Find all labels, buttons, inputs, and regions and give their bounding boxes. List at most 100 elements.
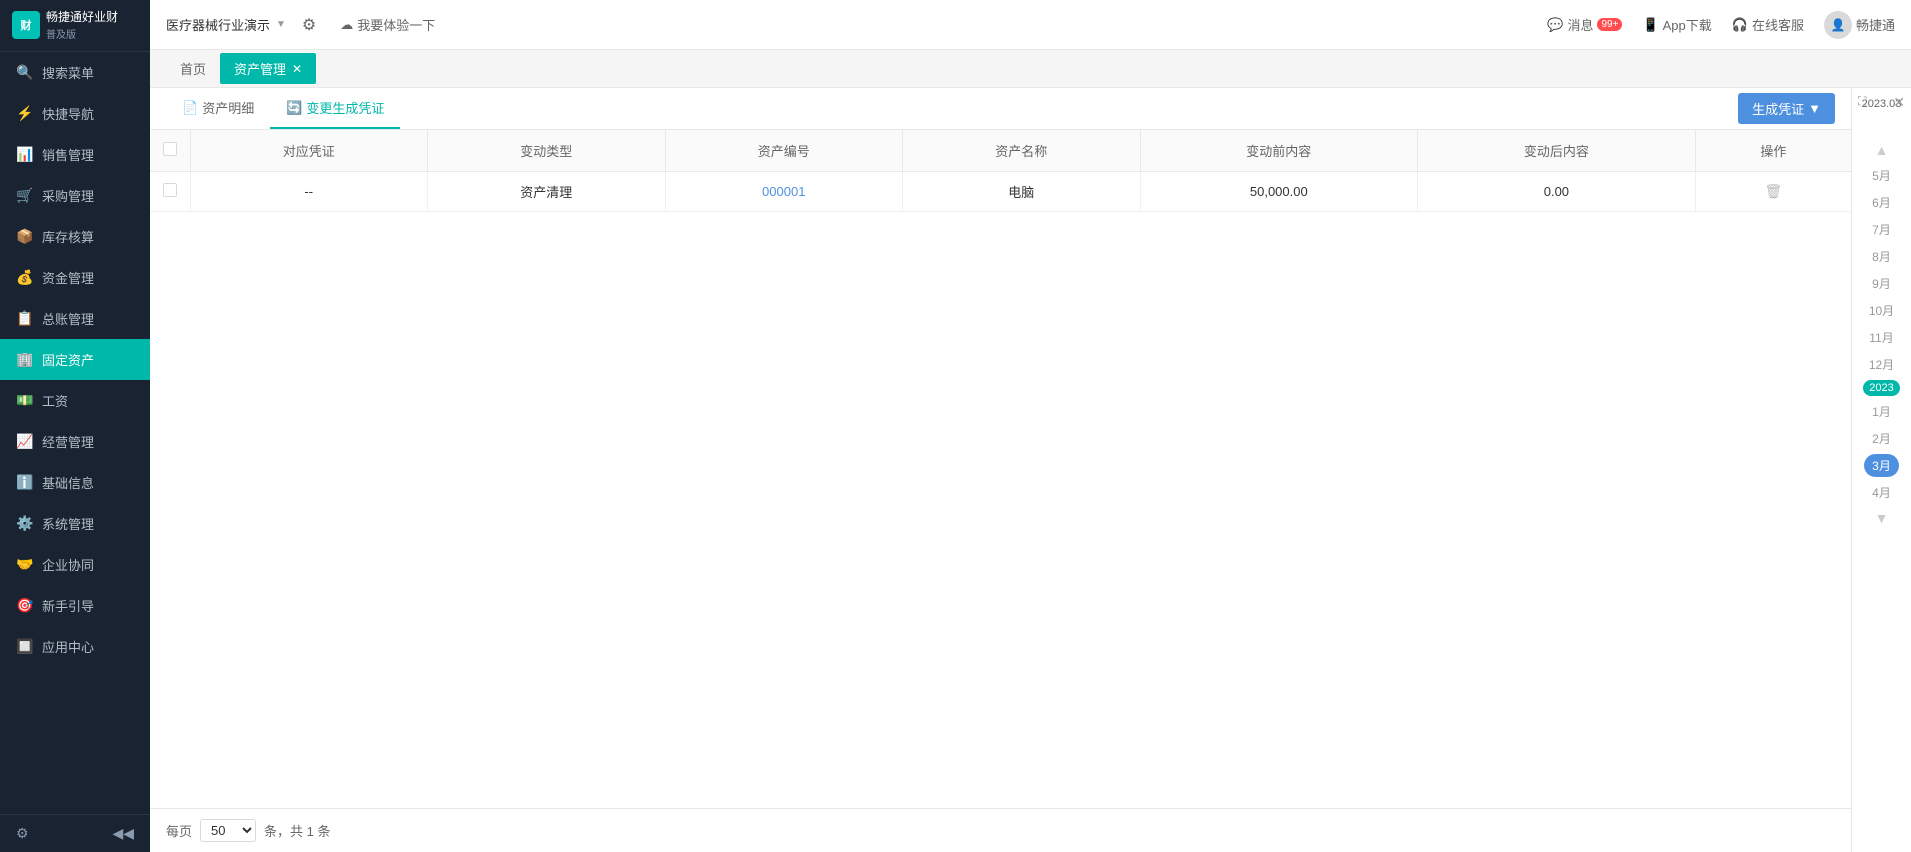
select-all-checkbox[interactable] (163, 142, 177, 156)
settings-icon[interactable]: ⚙ (16, 825, 29, 842)
content-area: 📄 资产明细 🔄 变更生成凭证 生成凭证 ▼ (150, 88, 1851, 852)
row-checkbox[interactable] (163, 183, 177, 197)
tab-close-icon[interactable]: ✕ (292, 62, 302, 76)
col-voucher: 对应凭证 (190, 130, 428, 172)
tab-bar: 首页 资产管理 ✕ (150, 50, 1911, 88)
timeline-month-8月[interactable]: 8月 (1852, 243, 1911, 270)
sidebar-item-ledger[interactable]: 📋 总账管理 (0, 298, 150, 339)
cloud-icon: ☁ (340, 17, 353, 33)
operations-icon: 📈 (16, 433, 34, 450)
tab-home[interactable]: 首页 (166, 53, 220, 84)
timeline-month-2023-2月[interactable]: 2月 (1852, 425, 1911, 452)
salary-icon: 💵 (16, 392, 34, 409)
sidebar-item-operations[interactable]: 📈 经营管理 (0, 421, 150, 462)
timeline-month-2023-4月[interactable]: 4月 (1852, 479, 1911, 506)
sidebar-logo: 财 畅捷通好业财 普及版 (0, 0, 150, 52)
timeline-month-11月[interactable]: 11月 (1852, 324, 1911, 351)
sidebar-item-base-info[interactable]: ℹ️ 基础信息 (0, 462, 150, 503)
logo-text: 畅捷通好业财 (46, 10, 118, 26)
sidebar: 财 畅捷通好业财 普及版 🔍 搜索菜单 ⚡ 快捷导航 📊 销售管理 🛒 采购管理… (0, 0, 150, 852)
generate-voucher-button[interactable]: 生成凭证 ▼ (1738, 93, 1835, 124)
apps-label: 应用中心 (42, 637, 94, 656)
sidebar-item-collab[interactable]: 🤝 企业协同 (0, 544, 150, 585)
close-icon[interactable]: ✕ (1893, 94, 1905, 111)
expand-icon[interactable]: ⛶ (1858, 94, 1866, 109)
sidebar-item-quicknav[interactable]: ⚡ 快捷导航 (0, 93, 150, 134)
company-dropdown-icon: ▼ (276, 19, 286, 30)
row-change-type: 资产清理 (428, 172, 666, 212)
sidebar-bottom: ⚙ ◀◀ (0, 814, 150, 852)
sidebar-menu: 🔍 搜索菜单 ⚡ 快捷导航 📊 销售管理 🛒 采购管理 📦 库存核算 💰 资金管… (0, 52, 150, 814)
inner-tab-asset-list[interactable]: 📄 资产明细 (166, 88, 270, 129)
logo-icon: 财 (12, 11, 40, 39)
collapse-icon[interactable]: ◀◀ (112, 825, 134, 842)
top-header: 医疗器械行业演示 ▼ ⚙ ☁ 我要体验一下 💬 消息 99+ 📱 App下载 🎧… (150, 0, 1911, 50)
operations-label: 经营管理 (42, 432, 94, 451)
purchase-icon: 🛒 (16, 187, 34, 204)
timeline-panel: ⛶ ✕ 2023.03 ▲ 5月6月7月8月9月10月11月12月20231月2… (1851, 88, 1911, 852)
sidebar-item-funds[interactable]: 💰 资金管理 (0, 257, 150, 298)
sidebar-item-inventory[interactable]: 📦 库存核算 (0, 216, 150, 257)
sidebar-item-apps[interactable]: 🔲 应用中心 (0, 626, 150, 667)
col-asset-name: 资产名称 (903, 130, 1141, 172)
sidebar-item-guide[interactable]: 🎯 新手引导 (0, 585, 150, 626)
sidebar-item-salary[interactable]: 💵 工资 (0, 380, 150, 421)
sidebar-item-search[interactable]: 🔍 搜索菜单 (0, 52, 150, 93)
total-text: 条，共 1 条 (264, 821, 330, 840)
phone-icon: 📱 (1642, 17, 1658, 33)
row-asset-no: 000001 (665, 172, 903, 212)
per-page-label: 每页 (166, 821, 192, 840)
timeline-up-arrow[interactable]: ▲ (1875, 138, 1889, 162)
settings-button[interactable]: ⚙ (302, 15, 316, 35)
company-selector[interactable]: 医疗器械行业演示 ▼ (166, 15, 286, 34)
search-label: 搜索菜单 (42, 63, 94, 82)
table-wrap: 对应凭证 变动类型 资产编号 资产名称 变动前内容 变动后内容 操作 (150, 130, 1851, 808)
select-all-header[interactable] (150, 130, 190, 172)
inner-tabs: 📄 资产明细 🔄 变更生成凭证 生成凭证 ▼ (150, 88, 1851, 130)
funds-label: 资金管理 (42, 268, 94, 287)
sidebar-item-fixed-assets[interactable]: 🏢 固定资产 (0, 339, 150, 380)
timeline-month-12月[interactable]: 12月 (1852, 351, 1911, 378)
row-select-cell[interactable] (150, 172, 190, 212)
inner-tab-change-voucher[interactable]: 🔄 变更生成凭证 (270, 88, 400, 129)
collab-label: 企业协同 (42, 555, 94, 574)
tab-asset-mgmt[interactable]: 资产管理 ✕ (220, 53, 316, 84)
header-right: 💬 消息 99+ 📱 App下载 🎧 在线客服 👤 畅捷通 (1547, 11, 1895, 39)
timeline-month-9月[interactable]: 9月 (1852, 270, 1911, 297)
delete-icon[interactable]: 🗑 (1764, 183, 1782, 199)
guide-label: 新手引导 (42, 596, 94, 615)
timeline-list: ▲ 5月6月7月8月9月10月11月12月 2023 1月2月3月4月▼ (1852, 138, 1911, 530)
online-service-button[interactable]: 🎧 在线客服 (1732, 15, 1804, 34)
experience-button[interactable]: ☁ 我要体验一下 (340, 15, 435, 34)
col-action: 操作 (1695, 130, 1851, 172)
page-size-select[interactable]: 50 10 20 100 (200, 819, 256, 842)
fixed-assets-label: 固定资产 (42, 350, 94, 369)
base-info-icon: ℹ️ (16, 474, 34, 491)
sales-icon: 📊 (16, 146, 34, 163)
sidebar-item-system[interactable]: ⚙️ 系统管理 (0, 503, 150, 544)
system-label: 系统管理 (42, 514, 94, 533)
search-icon: 🔍 (16, 64, 34, 81)
timeline-down-arrow[interactable]: ▼ (1875, 506, 1889, 530)
sales-label: 销售管理 (42, 145, 94, 164)
sidebar-item-sales[interactable]: 📊 销售管理 (0, 134, 150, 175)
salary-label: 工资 (42, 391, 68, 410)
messages-button[interactable]: 💬 消息 99+ (1547, 15, 1622, 34)
timeline-month-5月[interactable]: 5月 (1852, 162, 1911, 189)
timeline-year-2023[interactable]: 2023 (1863, 380, 1899, 396)
sidebar-item-purchase[interactable]: 🛒 采购管理 (0, 175, 150, 216)
user-menu[interactable]: 👤 畅捷通 (1824, 11, 1895, 39)
timeline-month-2023-3月[interactable]: 3月 (1864, 454, 1899, 477)
col-asset-no: 资产编号 (665, 130, 903, 172)
row-before: 50,000.00 (1140, 172, 1418, 212)
headset-icon: 🎧 (1732, 17, 1748, 33)
change-voucher-table: 对应凭证 变动类型 资产编号 资产名称 变动前内容 变动后内容 操作 (150, 130, 1851, 212)
timeline-month-2023-1月[interactable]: 1月 (1852, 398, 1911, 425)
timeline-month-7月[interactable]: 7月 (1852, 216, 1911, 243)
ledger-label: 总账管理 (42, 309, 94, 328)
timeline-month-10月[interactable]: 10月 (1852, 297, 1911, 324)
app-download-button[interactable]: 📱 App下载 (1642, 15, 1711, 34)
fixed-assets-icon: 🏢 (16, 351, 34, 368)
timeline-month-6月[interactable]: 6月 (1852, 189, 1911, 216)
table-footer: 每页 50 10 20 100 条，共 1 条 (150, 808, 1851, 852)
